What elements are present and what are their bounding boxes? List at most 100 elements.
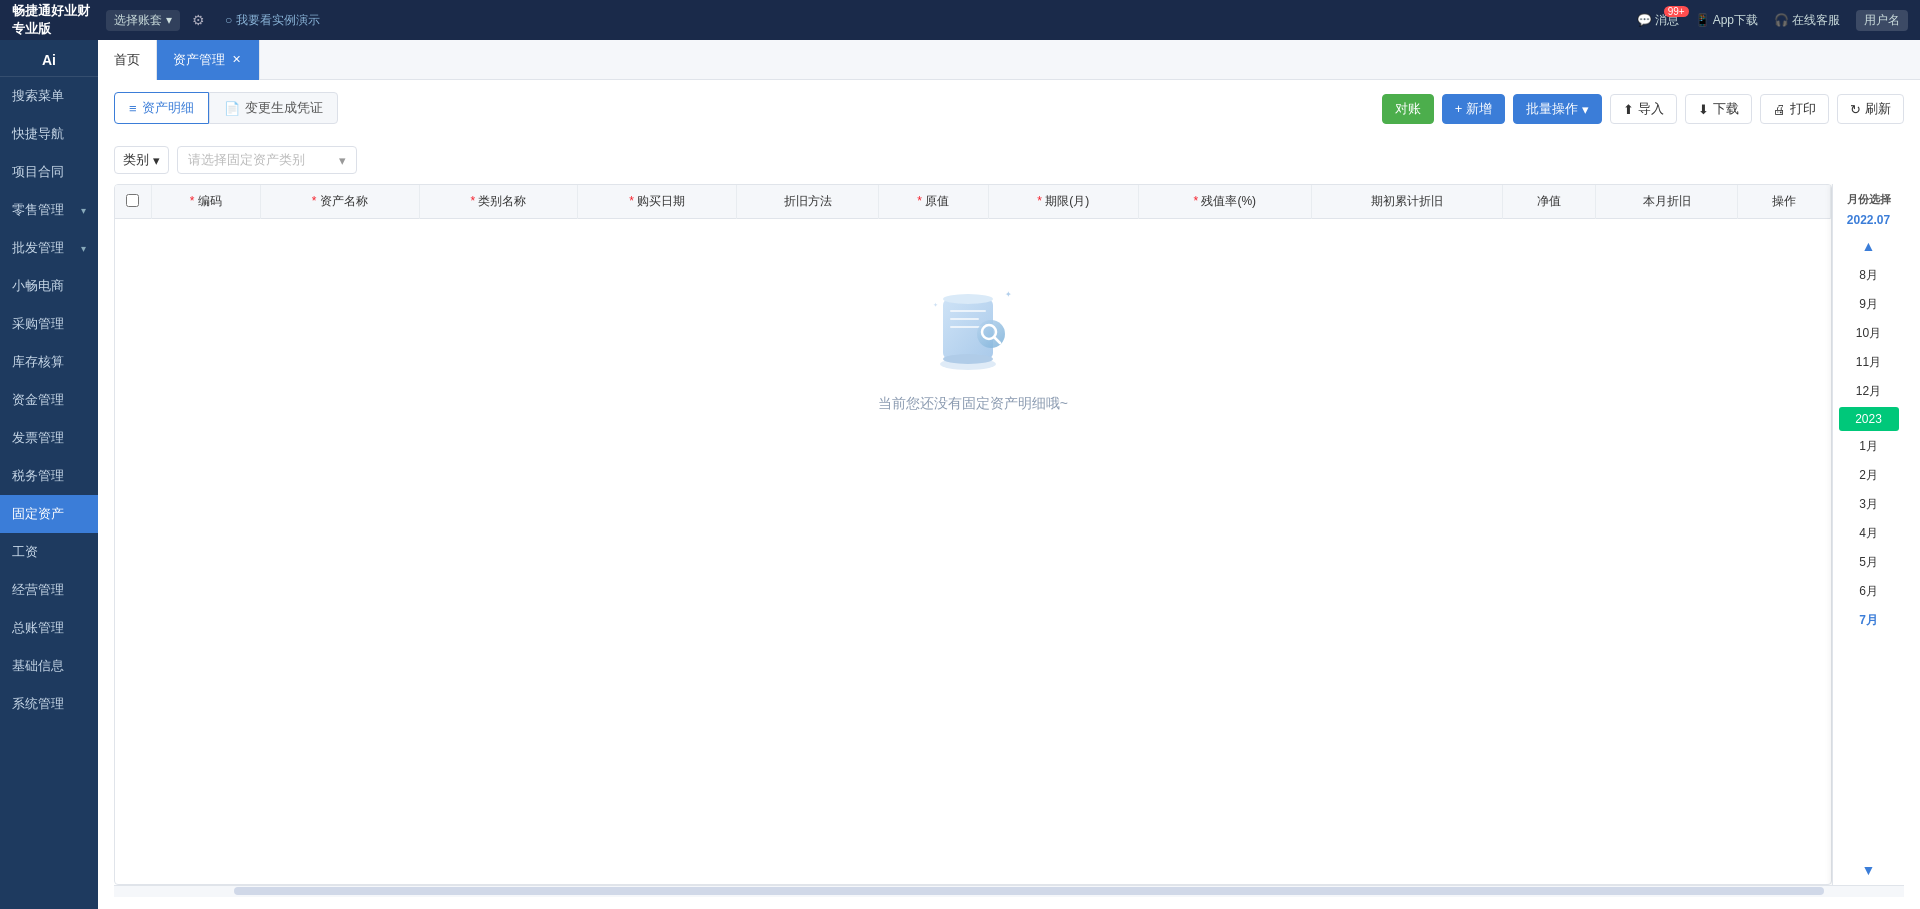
col-monthly-depreciation: 本月折旧 — [1595, 185, 1737, 219]
empty-illustration: ✦ ✦ — [913, 279, 1033, 379]
sidebar-item-project[interactable]: 项目合同 — [0, 153, 98, 191]
sub-tab-change-voucher[interactable]: 📄 变更生成凭证 — [209, 92, 338, 124]
sidebar-item-system[interactable]: 系统管理 — [0, 685, 98, 723]
sidebar-item-ledger[interactable]: 总账管理 — [0, 609, 98, 647]
reconcile-button[interactable]: 对账 — [1382, 94, 1434, 124]
col-category: * 类别名称 — [419, 185, 578, 219]
col-net-value: 净值 — [1503, 185, 1596, 219]
user-profile[interactable]: 用户名 — [1856, 10, 1908, 31]
category-input[interactable]: 请选择固定资产类别 ▾ — [177, 146, 357, 174]
month-panel-title: 月份选择 — [1843, 184, 1895, 211]
message-button[interactable]: 💬 消息 99+ — [1637, 12, 1679, 29]
app-download-button[interactable]: 📱 App下载 — [1695, 12, 1758, 29]
tab-close-icon[interactable]: ✕ — [229, 53, 243, 67]
add-button[interactable]: + 新增 — [1442, 94, 1505, 124]
month-year-label: 2022.07 — [1843, 211, 1894, 231]
tab-asset-mgmt[interactable]: 资产管理 ✕ — [157, 40, 260, 80]
month-item-6[interactable]: 6月 — [1839, 578, 1899, 605]
month-item-8[interactable]: 8月 — [1839, 262, 1899, 289]
col-residual-rate: * 残值率(%) — [1139, 185, 1312, 219]
sidebar-item-basic-info[interactable]: 基础信息 — [0, 647, 98, 685]
refresh-icon: ↻ — [1850, 102, 1861, 117]
sub-tabs: ≡ 资产明细 📄 变更生成凭证 — [114, 92, 338, 124]
col-name: * 资产名称 — [260, 185, 419, 219]
download-button[interactable]: ⬇ 下载 — [1685, 94, 1752, 124]
sidebar-item-invoice[interactable]: 发票管理 — [0, 419, 98, 457]
asset-table: * 编码 * 资产名称 * 类别名称 * 购买日期 折旧方法 * 原值 * 期限… — [114, 184, 1832, 885]
up-arrow-icon[interactable]: ▲ — [1858, 235, 1880, 257]
category-filter[interactable]: 类别 ▾ — [114, 146, 169, 174]
month-item-11[interactable]: 11月 — [1839, 349, 1899, 376]
brand-text: Ai — [8, 52, 90, 68]
sidebar-item-inventory[interactable]: 库存核算 — [0, 343, 98, 381]
month-item-4[interactable]: 4月 — [1839, 520, 1899, 547]
sidebar-item-search[interactable]: 搜索菜单 — [0, 77, 98, 115]
inner-content: ≡ 资产明细 📄 变更生成凭证 对账 + 新增 批量操作 ▾ — [98, 80, 1920, 909]
content-area: 首页 资产管理 ✕ ≡ 资产明细 📄 变更生成凭证 — [98, 40, 1920, 909]
month-item-12[interactable]: 12月 — [1839, 378, 1899, 405]
sub-tab-asset-detail[interactable]: ≡ 资产明细 — [114, 92, 209, 124]
sidebar-item-wholesale[interactable]: 批发管理 ▾ — [0, 229, 98, 267]
tab-home[interactable]: 首页 — [98, 40, 157, 80]
sidebar-item-operations[interactable]: 经营管理 — [0, 571, 98, 609]
month-nav-up[interactable]: ▲ — [1833, 231, 1904, 261]
empty-state: ✦ ✦ 当前您还没有固定资产明细哦~ — [115, 219, 1831, 473]
month-panel: 月份选择 2022.07 ▲ 8月 9月 10月 11月 12月 2023 1月… — [1832, 184, 1904, 885]
svg-text:✦: ✦ — [1005, 290, 1012, 299]
import-icon: ⬆ — [1623, 102, 1634, 117]
demo-link[interactable]: ○ 我要看实例演示 — [225, 12, 320, 29]
sidebar-item-purchase[interactable]: 采购管理 — [0, 305, 98, 343]
download-icon: ⬇ — [1698, 102, 1709, 117]
sidebar-header: Ai — [0, 40, 98, 77]
phone-icon: 📱 — [1695, 13, 1710, 27]
list-icon: ≡ — [129, 101, 137, 116]
account-selector[interactable]: 选择账套 ▾ — [106, 10, 180, 31]
chevron-down-icon: ▾ — [153, 153, 160, 168]
chevron-icon: ▾ — [81, 205, 86, 216]
sidebar-item-tax[interactable]: 税务管理 — [0, 457, 98, 495]
sidebar-item-fund[interactable]: 资金管理 — [0, 381, 98, 419]
chevron-down-icon: ▾ — [1582, 102, 1589, 117]
month-item-2[interactable]: 2月 — [1839, 462, 1899, 489]
brand-logo: 畅捷通好业财 专业版 — [12, 2, 90, 38]
month-item-1[interactable]: 1月 — [1839, 433, 1899, 460]
col-depreciation-method: 折旧方法 — [737, 185, 879, 219]
svg-point-3 — [943, 354, 993, 364]
col-purchase-date: * 购买日期 — [578, 185, 737, 219]
month-item-5[interactable]: 5月 — [1839, 549, 1899, 576]
print-button[interactable]: 🖨 打印 — [1760, 94, 1829, 124]
main-layout: Ai 搜索菜单 快捷导航 项目合同 零售管理 ▾ 批发管理 ▾ 小畅电商 采购管… — [0, 40, 1920, 909]
batch-ops-button[interactable]: 批量操作 ▾ — [1513, 94, 1602, 124]
message-icon: 💬 — [1637, 13, 1652, 27]
scrollbar-thumb — [234, 887, 1824, 895]
refresh-button[interactable]: ↻ 刷新 — [1837, 94, 1904, 124]
toolbar: 对账 + 新增 批量操作 ▾ ⬆ 导入 ⬇ 下载 🖨 — [1382, 94, 1904, 124]
import-button[interactable]: ⬆ 导入 — [1610, 94, 1677, 124]
month-item-7[interactable]: 7月 — [1839, 607, 1899, 634]
year-2023-badge: 2023 — [1839, 407, 1899, 431]
chevron-down-icon: ▾ — [339, 153, 346, 168]
filter-row: 类别 ▾ 请选择固定资产类别 ▾ — [114, 146, 1904, 174]
month-item-10[interactable]: 10月 — [1839, 320, 1899, 347]
down-arrow-icon[interactable]: ▼ — [1858, 859, 1880, 881]
month-nav-down[interactable]: ▼ — [1833, 855, 1904, 885]
top-right-actions: 💬 消息 99+ 📱 App下载 🎧 在线客服 用户名 — [1637, 10, 1908, 31]
online-service-button[interactable]: 🎧 在线客服 — [1774, 12, 1840, 29]
settings-icon[interactable]: ⚙ — [188, 10, 209, 30]
select-all-checkbox[interactable] — [126, 194, 139, 207]
col-operations: 操作 — [1738, 185, 1831, 219]
sidebar-item-payroll[interactable]: 工资 — [0, 533, 98, 571]
sidebar-item-quicknav[interactable]: 快捷导航 — [0, 115, 98, 153]
month-item-3[interactable]: 3月 — [1839, 491, 1899, 518]
col-cumulative-depreciation: 期初累计折旧 — [1311, 185, 1503, 219]
bottom-scrollbar[interactable] — [114, 885, 1904, 897]
month-list: 8月 9月 10月 11月 12月 2023 1月 2月 3月 4月 5月 6月… — [1833, 261, 1904, 855]
col-code: * 编码 — [151, 185, 260, 219]
month-item-9[interactable]: 9月 — [1839, 291, 1899, 318]
sidebar-item-retail[interactable]: 零售管理 ▾ — [0, 191, 98, 229]
message-badge: 99+ — [1664, 6, 1689, 17]
sidebar-item-ecommerce[interactable]: 小畅电商 — [0, 267, 98, 305]
doc-icon: 📄 — [224, 101, 240, 116]
svg-text:✦: ✦ — [933, 302, 938, 308]
sidebar-item-fixed-assets[interactable]: 固定资产 — [0, 495, 98, 533]
